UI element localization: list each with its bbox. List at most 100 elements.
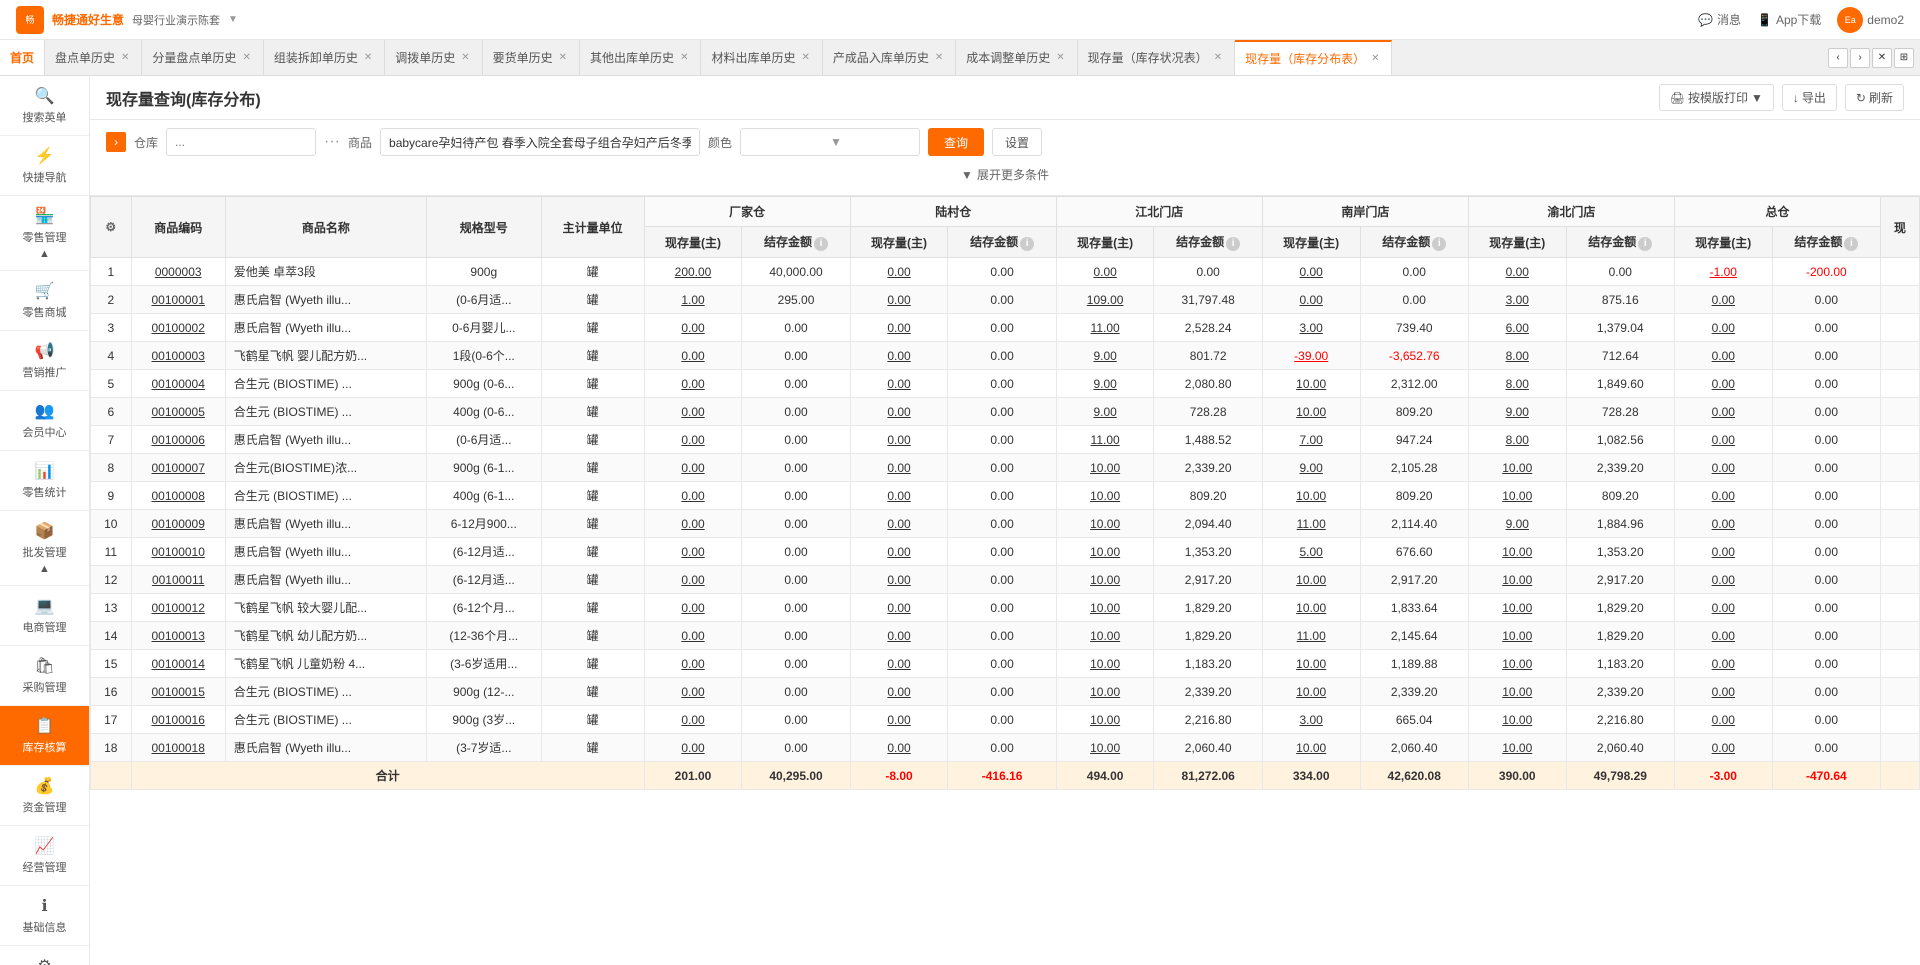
sidebar-item[interactable]: 📈经营管理 — [0, 826, 89, 886]
warehouse-input[interactable] — [166, 128, 316, 156]
tab-item[interactable]: 材料出库单历史✕ — [701, 40, 822, 75]
tab-next-btn[interactable]: › — [1850, 48, 1870, 68]
tab-item[interactable]: 现存量（库存状况表）✕ — [1078, 40, 1235, 75]
tab-close-btn[interactable]: ✕ — [799, 51, 811, 64]
td-nanan-qty: 3.00 — [1262, 706, 1360, 734]
search-btn[interactable]: 查询 — [928, 128, 984, 156]
settings-btn[interactable]: 设置 — [992, 128, 1042, 156]
tab-close-btn[interactable]: ✕ — [933, 51, 945, 64]
sidebar-item[interactable]: 🛒零售商城 — [0, 271, 89, 331]
tab-close-btn[interactable]: ✕ — [678, 51, 690, 64]
td-factory-amt: 0.00 — [742, 538, 850, 566]
sidebar-item[interactable]: 📢营销推广 — [0, 331, 89, 391]
sidebar-item[interactable]: 🔍搜索英单 — [0, 76, 89, 136]
tab-close-btn[interactable]: ✕ — [1369, 52, 1381, 65]
tab-close-btn[interactable]: ✕ — [1054, 51, 1066, 64]
sidebar-item[interactable]: 📋库存核算 — [0, 706, 89, 766]
td-current — [1881, 650, 1920, 678]
td-unit: 罐 — [541, 482, 644, 510]
td-nanan-amt: 665.04 — [1360, 706, 1468, 734]
refresh-btn[interactable]: ↻ 刷新 — [1845, 84, 1904, 111]
user-area[interactable]: Ea demo2 — [1837, 7, 1904, 33]
tab-item[interactable]: 现存量（库存分布表） ✕ — [1235, 40, 1392, 75]
sidebar-item[interactable]: 📦批发管理▲ — [0, 511, 89, 586]
tab-item[interactable]: 调拨单历史✕ — [385, 40, 482, 75]
sidebar-item[interactable]: 💻电商管理 — [0, 586, 89, 646]
message-btn[interactable]: 💬 消息 — [1698, 11, 1741, 28]
tab-close-all-btn[interactable]: ✕ — [1872, 48, 1892, 68]
expand-more-btn[interactable]: ▼ 展开更多条件 — [961, 166, 1049, 183]
td-total-amt: 0.00 — [1772, 622, 1880, 650]
tab-close-btn[interactable]: ✕ — [557, 51, 569, 64]
tab-item[interactable]: 产成品入库单历史✕ — [823, 40, 956, 75]
tab-expand-btn[interactable]: ⊞ — [1894, 48, 1914, 68]
td-factory-qty: 0.00 — [644, 678, 742, 706]
tab-label: 组装拆卸单历史 — [274, 49, 358, 66]
td-lucun-qty: 0.00 — [850, 538, 948, 566]
tab-close-btn[interactable]: ✕ — [119, 51, 131, 64]
td-idx: 6 — [91, 398, 132, 426]
td-yubei-amt: 1,849.60 — [1566, 370, 1674, 398]
td-total-amt: 0.00 — [1772, 650, 1880, 678]
td-code: 00100003 — [131, 342, 225, 370]
tab-close-btn[interactable]: ✕ — [1212, 51, 1224, 64]
td-total-amt: 0.00 — [1772, 706, 1880, 734]
td-lucun-amt: 0.00 — [948, 342, 1056, 370]
td-nanan-qty: 10.00 — [1262, 370, 1360, 398]
tab-item[interactable]: 首页 — [0, 40, 45, 75]
td-spec: (6-12个月... — [426, 594, 541, 622]
dropdown-icon[interactable]: ▼ — [228, 14, 238, 25]
sidebar-item[interactable]: ⚙系统管理 — [0, 946, 89, 965]
tab-item[interactable]: 分量盘点单历史✕ — [142, 40, 263, 75]
tab-item[interactable]: 组装拆卸单历史 ✕ — [264, 40, 385, 75]
sidebar-item[interactable]: ⚡快捷导航 — [0, 136, 89, 196]
td-total-qty: -1.00 — [1674, 258, 1772, 286]
export-btn[interactable]: ↓ 导出 — [1782, 84, 1837, 111]
print-btn[interactable]: 🖨 按模版打印 ▼ — [1659, 84, 1774, 111]
tab-close-btn[interactable]: ✕ — [240, 51, 252, 64]
print-icon: 🖨 — [1670, 91, 1685, 105]
td-idx: 1 — [91, 258, 132, 286]
tab-item[interactable]: 成本调整单历史✕ — [956, 40, 1077, 75]
warehouse-more-btn[interactable]: ··· — [324, 133, 340, 151]
tab-item[interactable]: 盘点单历史 ✕ — [45, 40, 142, 75]
td-nanan-qty: 10.00 — [1262, 678, 1360, 706]
expand-arrow[interactable]: › — [106, 132, 126, 152]
td-nanan-amt: 809.20 — [1360, 482, 1468, 510]
td-yubei-qty: 9.00 — [1468, 510, 1566, 538]
tab-close-btn[interactable]: ✕ — [362, 51, 374, 64]
td-sum-nanan-amt: 42,620.08 — [1360, 762, 1468, 790]
tab-label: 盘点单历史 — [55, 49, 115, 66]
td-factory-qty: 0.00 — [644, 538, 742, 566]
th-factory-amt: 结存金额i — [742, 227, 850, 258]
td-name: 合生元 (BIOSTIME) ... — [225, 706, 426, 734]
color-input[interactable]: ▼ — [740, 128, 920, 156]
tab-prev-btn[interactable]: ‹ — [1828, 48, 1848, 68]
tab-label: 现存量（库存分布表） — [1245, 50, 1365, 67]
td-idx: 5 — [91, 370, 132, 398]
td-factory-amt: 0.00 — [742, 370, 850, 398]
sidebar-item[interactable]: 💰资金管理 — [0, 766, 89, 826]
th-settings[interactable]: ⚙ — [91, 197, 132, 258]
th-lucun-amt: 结存金额i — [948, 227, 1056, 258]
td-spec: 400g (0-6... — [426, 398, 541, 426]
sidebar-icon: 📈 — [35, 836, 55, 856]
td-yubei-qty: 10.00 — [1468, 622, 1566, 650]
tab-close-btn[interactable]: ✕ — [459, 51, 471, 64]
tab-item[interactable]: 其他出库单历史✕ — [580, 40, 701, 75]
sidebar-item[interactable]: 🏪零售管理▲ — [0, 196, 89, 271]
sidebar-item[interactable]: 📊零售统计 — [0, 451, 89, 511]
tab-bar: 首页盘点单历史✕分量盘点单历史✕组装拆卸单历史✕调拨单历史✕要货单历史✕其他出库… — [0, 40, 1920, 76]
sidebar-item[interactable]: 👥会员中心 — [0, 391, 89, 451]
color-dropdown-icon: ▼ — [830, 135, 911, 149]
table-row: 4 00100003 飞鹤星飞帆 婴儿配方奶... 1段(0-6个... 罐 0… — [91, 342, 1920, 370]
td-jiangbei-qty: 10.00 — [1056, 678, 1154, 706]
sidebar-item[interactable]: ℹ基础信息 — [0, 886, 89, 946]
sidebar-item[interactable]: 🛍采购管理 — [0, 646, 89, 706]
td-factory-amt: 0.00 — [742, 706, 850, 734]
goods-input[interactable] — [380, 128, 700, 156]
th-lucun: 陆村仓 — [850, 197, 1056, 227]
app-download-btn[interactable]: 📱 App下载 — [1757, 11, 1821, 28]
tab-label: 要货单历史 — [493, 49, 553, 66]
tab-item[interactable]: 要货单历史 ✕ — [483, 40, 580, 75]
